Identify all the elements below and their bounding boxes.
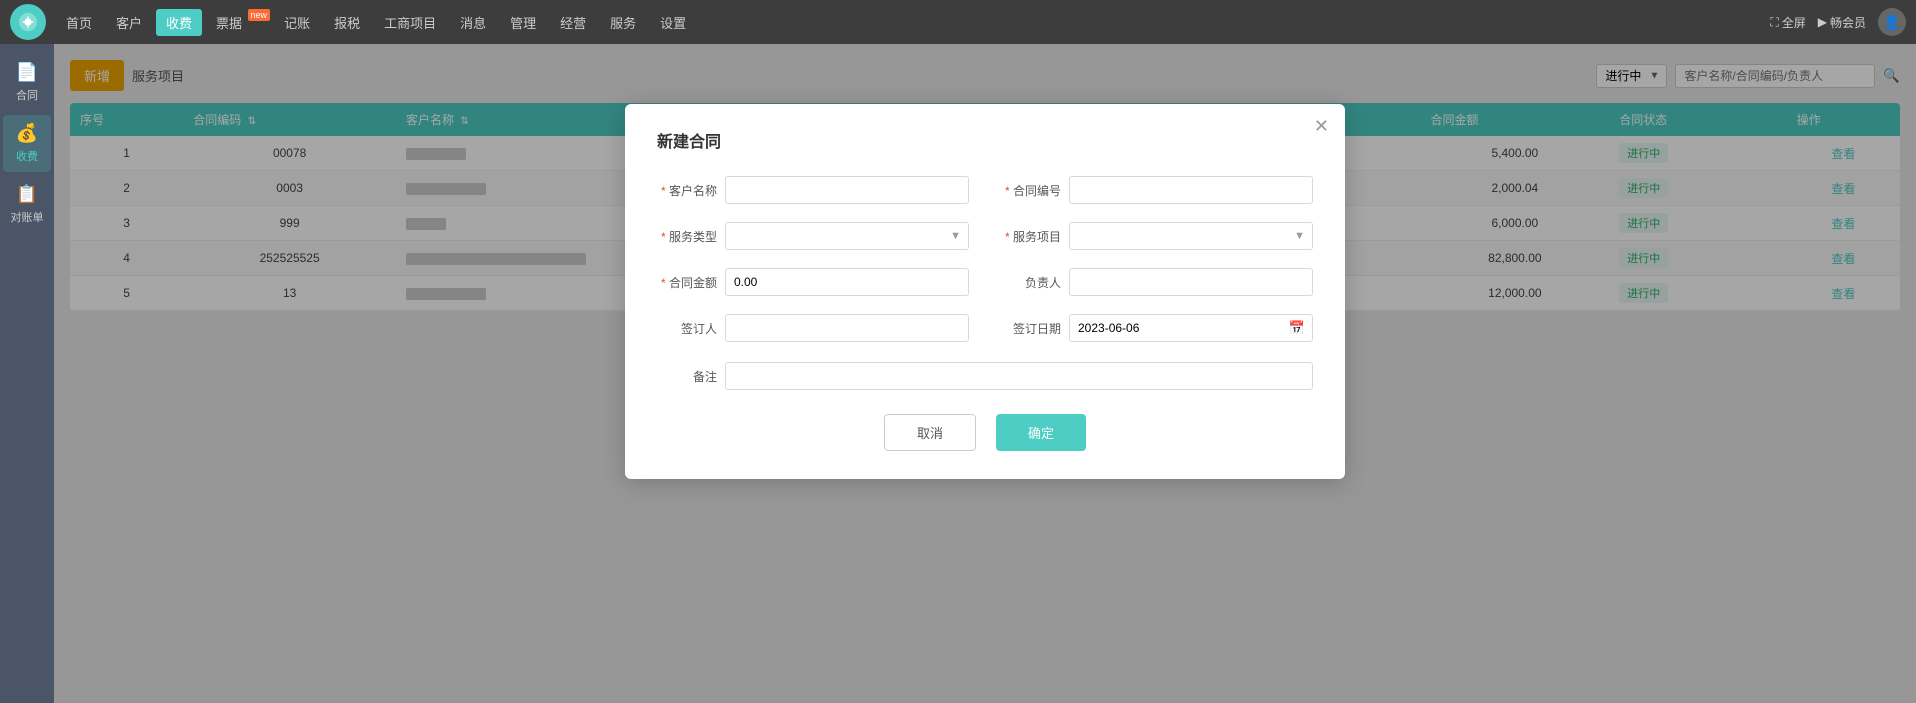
nav-commerce[interactable]: 工商项目 [374,9,446,36]
signatory-input[interactable] [725,314,969,342]
statement-icon: 📋 [16,184,38,205]
responsible-person-input[interactable] [1069,268,1313,296]
nav-settings[interactable]: 设置 [650,9,696,36]
sidebar-item-contract[interactable]: 📄 合同 [3,54,51,111]
notes-label: 备注 [657,368,717,385]
top-nav: 首页 客户 收费 票据 new 记账 报税 工商项目 消息 管理 经营 服务 设… [0,0,1916,44]
form-row-customer: 客户名称 [657,176,969,204]
form-row-contract-num: 合同编号 [1001,176,1313,204]
service-item-wrapper: ▼ [1069,222,1313,250]
service-type-wrapper: ▼ [725,222,969,250]
contract-icon: 📄 [16,62,38,83]
form-row-notes: 备注 [657,362,1313,390]
nav-items: 首页 客户 收费 票据 new 记账 报税 工商项目 消息 管理 经营 服务 设… [56,9,1770,36]
modal-footer: 取消 确定 [657,414,1313,451]
sign-date-label: 签订日期 [1001,320,1061,337]
fullscreen-btn[interactable]: ⛶ 全屏 [1770,14,1805,31]
customer-name-label: 客户名称 [657,182,717,199]
nav-home[interactable]: 首页 [56,9,102,36]
responsible-person-label: 负责人 [1001,274,1061,291]
content-area: 新增 服务项目 进行中 已完成 已终止 🔍 序号 合同编码 ⇅ 客户名称 ⇅ [54,44,1916,703]
sidebar-label-fee: 收费 [16,148,38,164]
new-badge: new [248,9,271,21]
sidebar-item-fee[interactable]: 💰 收费 [3,115,51,172]
nav-tax[interactable]: 报税 [324,9,370,36]
nav-client[interactable]: 客户 [106,9,152,36]
main-layout: 📄 合同 💰 收费 📋 对账单 新增 服务项目 进行中 已完成 已终止 [0,44,1916,703]
modal-close-button[interactable]: ✕ [1314,116,1329,137]
sidebar-item-statement[interactable]: 📋 对账单 [3,176,51,233]
service-item-select[interactable] [1069,222,1313,250]
service-type-label: 服务类型 [657,228,717,245]
service-item-label: 服务项目 [1001,228,1061,245]
notes-input[interactable] [725,362,1313,390]
confirm-button[interactable]: 确定 [996,414,1086,451]
sign-date-wrapper: 📅 [1069,314,1313,342]
contract-number-input[interactable] [1069,176,1313,204]
form-row-service-type: 服务类型 ▼ [657,222,969,250]
sidebar-label-statement: 对账单 [11,209,44,225]
avatar[interactable]: 👤 [1878,8,1906,36]
nav-manage[interactable]: 管理 [500,9,546,36]
sidebar: 📄 合同 💰 收费 📋 对账单 [0,44,54,703]
nav-bill[interactable]: 票据 new [206,9,270,36]
sidebar-label-contract: 合同 [16,87,38,103]
signatory-label: 签订人 [657,320,717,337]
contract-amount-input[interactable] [725,268,969,296]
nav-message[interactable]: 消息 [450,9,496,36]
fee-icon: 💰 [16,123,38,144]
form-row-service-item: 服务项目 ▼ [1001,222,1313,250]
service-type-select[interactable] [725,222,969,250]
nav-fee[interactable]: 收费 [156,9,202,36]
nav-bookkeep[interactable]: 记账 [274,9,320,36]
new-contract-modal: ✕ 新建合同 客户名称 合同编号 服务类型 [625,104,1345,479]
sign-date-input[interactable] [1069,314,1313,342]
nav-service[interactable]: 服务 [600,9,646,36]
form-row-sign-date: 签订日期 📅 [1001,314,1313,342]
modal-overlay: ✕ 新建合同 客户名称 合同编号 服务类型 [54,44,1916,703]
nav-operate[interactable]: 经营 [550,9,596,36]
form-grid: 客户名称 合同编号 服务类型 ▼ [657,176,1313,342]
form-row-responsible: 负责人 [1001,268,1313,296]
form-row-amount: 合同金额 [657,268,969,296]
app-logo [10,4,46,40]
cancel-button[interactable]: 取消 [884,414,976,451]
contract-number-label: 合同编号 [1001,182,1061,199]
contract-amount-label: 合同金额 [657,274,717,291]
form-row-signatory: 签订人 [657,314,969,342]
nav-right: ⛶ 全屏 ▶ 畅会员 👤 [1770,8,1906,36]
member-btn[interactable]: ▶ 畅会员 [1818,14,1866,31]
customer-name-input[interactable] [725,176,969,204]
modal-title: 新建合同 [657,128,1313,152]
